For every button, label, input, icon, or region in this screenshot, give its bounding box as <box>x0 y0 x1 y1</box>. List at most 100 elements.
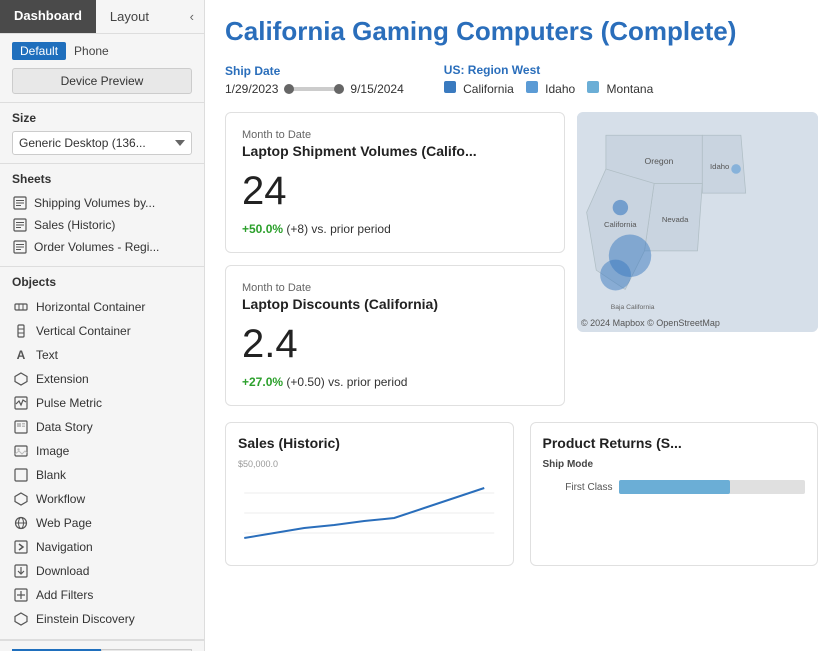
object-label-image: Image <box>36 444 69 458</box>
size-select[interactable]: Generic Desktop (136... <box>12 131 192 155</box>
card2-change: +27.0% (+0.50) vs. prior period <box>242 375 548 389</box>
card2-subtitle: Month to Date <box>242 282 548 294</box>
date-start: 1/29/2023 <box>225 82 278 96</box>
sheets-label: Sheets <box>12 172 192 186</box>
california-dot <box>444 81 456 93</box>
region-idaho[interactable]: Idaho <box>526 81 575 96</box>
date-slider[interactable] <box>284 87 344 91</box>
region-label: US: Region West <box>444 63 653 77</box>
card2-change-abs: (+0.50) vs. prior period <box>286 375 407 389</box>
vertical-container-icon <box>12 322 30 340</box>
device-toggle: Default Phone <box>12 42 192 60</box>
montana-label: Montana <box>607 82 654 96</box>
svg-text:Oregon: Oregon <box>644 156 673 166</box>
pulse-metric-icon <box>12 394 30 412</box>
metric-card-discounts: Month to Date Laptop Discounts (Californ… <box>225 265 565 406</box>
card1-change: +50.0% (+8) vs. prior period <box>242 222 548 236</box>
object-label-text: Text <box>36 348 58 362</box>
sheet-icon-shipping <box>12 195 28 211</box>
bar-chart: First Class <box>543 476 806 498</box>
ship-date-filter: Ship Date 1/29/2023 9/15/2024 <box>225 64 404 96</box>
date-end: 9/15/2024 <box>350 82 403 96</box>
workflow-icon <box>12 490 30 508</box>
idaho-label: Idaho <box>545 82 575 96</box>
cards-column: Month to Date Laptop Shipment Volumes (C… <box>225 112 565 406</box>
main-content: California Gaming Computers (Complete) S… <box>205 0 838 651</box>
object-label-extension: Extension <box>36 372 89 386</box>
data-story-icon <box>12 418 30 436</box>
object-label-data-story: Data Story <box>36 420 93 434</box>
object-image[interactable]: Image <box>12 439 192 463</box>
device-preview-button[interactable]: Device Preview <box>12 68 192 94</box>
slider-thumb-left[interactable] <box>284 84 294 94</box>
card1-subtitle: Month to Date <box>242 129 548 141</box>
sales-line-chart <box>238 473 501 553</box>
sheet-item-orders[interactable]: Order Volumes - Regi... <box>12 236 192 258</box>
bar-track-first-class <box>619 480 806 494</box>
card1-change-pct: +50.0% <box>242 222 283 236</box>
sales-historic-card: Sales (Historic) $50,000.0 <box>225 422 514 566</box>
card1-value: 24 <box>242 169 548 214</box>
object-vertical-container[interactable]: Vertical Container <box>12 319 192 343</box>
object-label-add-filters: Add Filters <box>36 588 93 602</box>
object-web-page[interactable]: Web Page <box>12 511 192 535</box>
ship-date-label: Ship Date <box>225 64 404 78</box>
product-returns-title: Product Returns (S... <box>543 435 806 451</box>
sales-historic-title: Sales (Historic) <box>238 435 501 451</box>
add-filters-icon <box>12 586 30 604</box>
object-label-pulse-metric: Pulse Metric <box>36 396 102 410</box>
object-workflow[interactable]: Workflow <box>12 487 192 511</box>
object-label-blank: Blank <box>36 468 66 482</box>
object-label-vertical-container: Vertical Container <box>36 324 131 338</box>
device-default[interactable]: Default <box>12 42 66 60</box>
object-blank[interactable]: Blank <box>12 463 192 487</box>
object-label-horizontal-container: Horizontal Container <box>36 300 145 314</box>
ship-mode-label: Ship Mode <box>543 459 806 470</box>
sidebar: Dashboard Layout ‹ Default Phone Device … <box>0 0 205 651</box>
object-data-story[interactable]: Data Story <box>12 415 192 439</box>
metric-card-shipment: Month to Date Laptop Shipment Volumes (C… <box>225 112 565 253</box>
object-einstein-discovery[interactable]: Einstein Discovery <box>12 607 192 631</box>
svg-text:Idaho: Idaho <box>710 162 729 171</box>
horizontal-container-icon <box>12 298 30 316</box>
card2-value: 2.4 <box>242 322 548 367</box>
bottom-section: Tiled Floating Show dashboard title <box>0 640 204 651</box>
object-add-filters[interactable]: Add Filters <box>12 583 192 607</box>
bar-fill-first-class <box>619 480 731 494</box>
product-returns-card: Product Returns (S... Ship Mode First Cl… <box>530 422 819 566</box>
objects-label: Objects <box>12 275 192 289</box>
tab-dashboard[interactable]: Dashboard <box>0 0 96 33</box>
einstein-discovery-icon <box>12 610 30 628</box>
map-attribution: © 2024 Mapbox © OpenStreetMap <box>581 318 720 328</box>
sheet-item-shipping[interactable]: Shipping Volumes by... <box>12 192 192 214</box>
filters-row: Ship Date 1/29/2023 9/15/2024 US: Region… <box>225 63 818 96</box>
object-horizontal-container[interactable]: Horizontal Container <box>12 295 192 319</box>
montana-dot <box>587 81 599 93</box>
card2-title: Laptop Discounts (California) <box>242 296 548 312</box>
sheet-icon-sales <box>12 217 28 233</box>
sheet-label-sales: Sales (Historic) <box>34 218 115 232</box>
dashboard-title: California Gaming Computers (Complete) <box>225 16 818 47</box>
region-filter: US: Region West California Idaho Montana <box>444 63 653 96</box>
slider-thumb-right[interactable] <box>334 84 344 94</box>
california-label: California <box>463 82 514 96</box>
region-items: California Idaho Montana <box>444 81 653 96</box>
object-text[interactable]: A Text <box>12 343 192 367</box>
bar-row-first-class: First Class <box>543 480 806 494</box>
size-section: Size Generic Desktop (136... <box>0 103 204 164</box>
device-phone[interactable]: Phone <box>66 42 117 60</box>
object-label-web-page: Web Page <box>36 516 92 530</box>
object-navigation[interactable]: Navigation <box>12 535 192 559</box>
object-download[interactable]: Download <box>12 559 192 583</box>
date-range: 1/29/2023 9/15/2024 <box>225 82 404 96</box>
collapse-arrow[interactable]: ‹ <box>180 1 204 32</box>
image-icon <box>12 442 30 460</box>
sheet-item-sales[interactable]: Sales (Historic) <box>12 214 192 236</box>
sheet-label-shipping: Shipping Volumes by... <box>34 196 155 210</box>
object-label-einstein-discovery: Einstein Discovery <box>36 612 135 626</box>
region-california[interactable]: California <box>444 81 514 96</box>
object-extension[interactable]: Extension <box>12 367 192 391</box>
tab-layout[interactable]: Layout <box>96 1 163 32</box>
object-pulse-metric[interactable]: Pulse Metric <box>12 391 192 415</box>
region-montana[interactable]: Montana <box>587 81 653 96</box>
